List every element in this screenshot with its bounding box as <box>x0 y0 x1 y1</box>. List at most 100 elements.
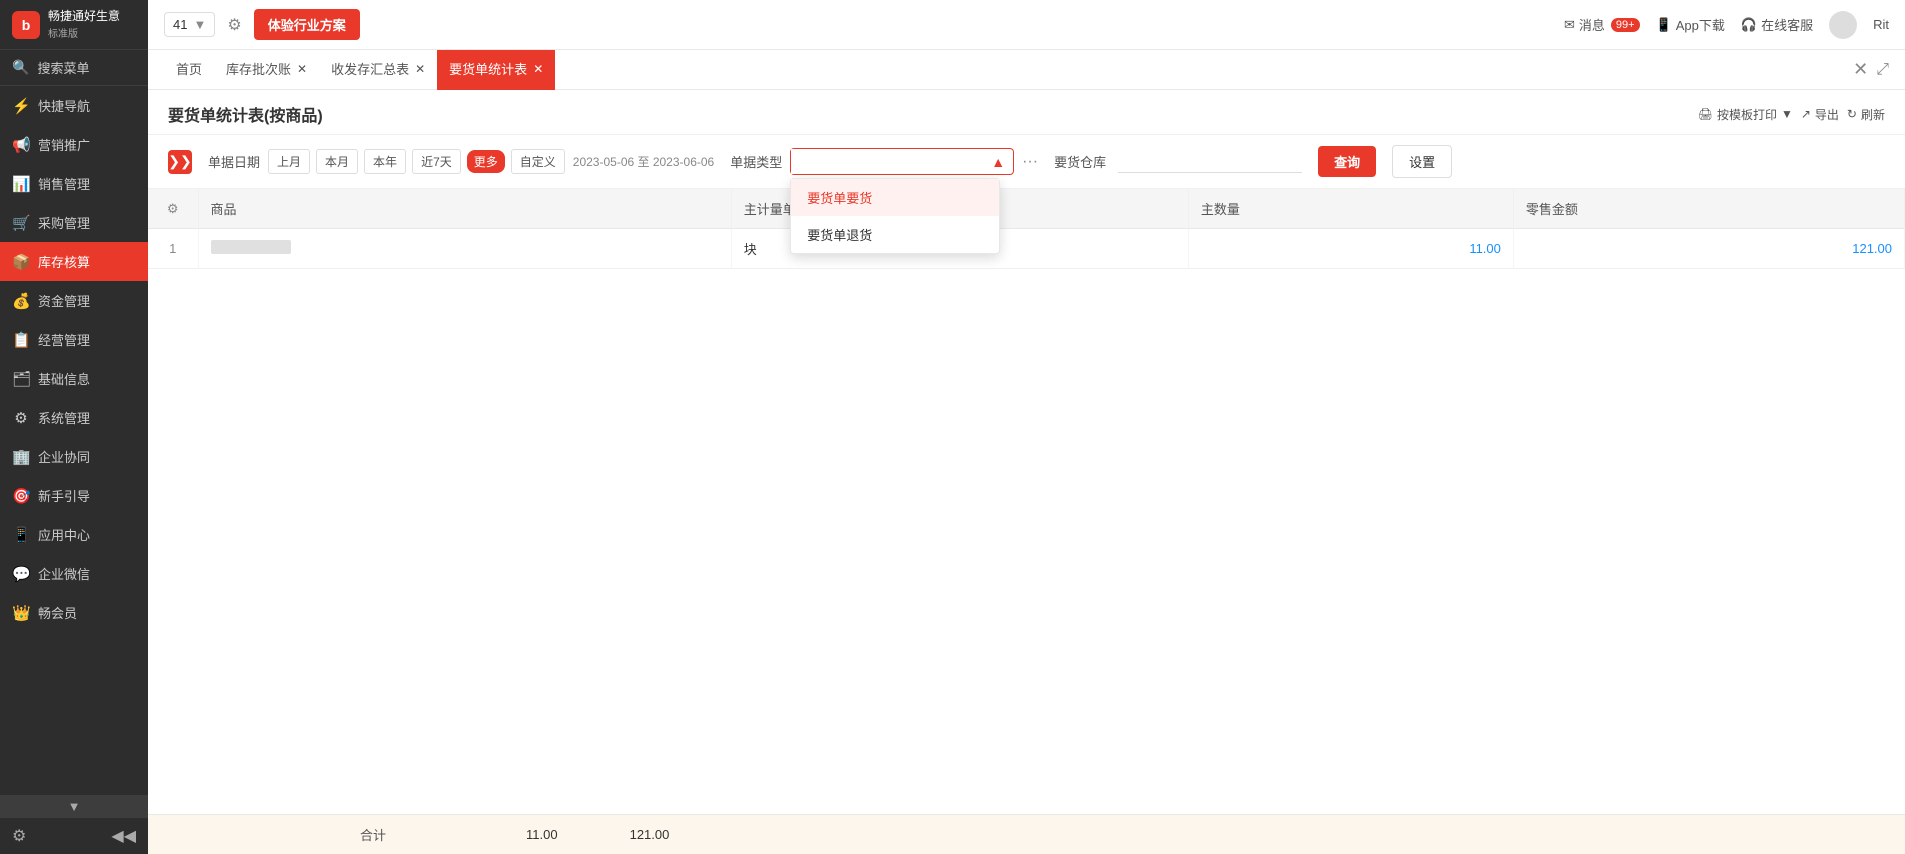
date-btn-last-month[interactable]: 上月 <box>268 149 310 174</box>
nav-label-app-center: 应用中心 <box>38 525 90 544</box>
tab-receive-summary[interactable]: 收发存汇总表 ✕ <box>319 50 437 90</box>
filter-bar: ❯❯ 单据日期 上月 本月 本年 近7天 更多 自定义 2023-05-06 至… <box>148 135 1905 189</box>
nav-icon-inventory: 📦 <box>12 253 30 271</box>
export-icon: ↗ <box>1801 107 1811 121</box>
table-header-row: ⚙ 商品 主计量单位 主数量 零售金额 <box>148 189 1905 229</box>
sidebar-nav: ⚡ 快捷导航 📢 营销推广 📊 销售管理 🛒 采购管理 📦 库存核算 💰 资金管… <box>0 86 148 795</box>
nav-label-guide: 新手引导 <box>38 486 90 505</box>
collapse-icon[interactable]: ◀◀ <box>111 826 136 846</box>
date-btn-more[interactable]: 更多 <box>467 150 505 173</box>
sidebar-item-guide[interactable]: 🎯 新手引导 <box>0 476 148 515</box>
col-gear: ⚙ <box>148 189 198 229</box>
date-btn-this-year[interactable]: 本年 <box>364 149 406 174</box>
col-product: 商品 <box>198 189 731 229</box>
cell-amount[interactable]: 121.00 <box>1513 229 1904 269</box>
message-badge: 99+ <box>1611 18 1640 32</box>
sidebar-item-member[interactable]: 👑 畅会员 <box>0 593 148 632</box>
filter-expand-btn[interactable]: ❯❯ <box>168 150 192 174</box>
print-label: 按模板打印 <box>1717 106 1777 123</box>
cell-quantity[interactable]: 11.00 <box>1188 229 1513 269</box>
sidebar-item-sales[interactable]: 📊 销售管理 <box>0 164 148 203</box>
tab-receive-summary-close[interactable]: ✕ <box>415 62 425 76</box>
sidebar-item-marketing[interactable]: 📢 营销推广 <box>0 125 148 164</box>
table-container: ⚙ 商品 主计量单位 主数量 零售金额 1 块 <box>148 189 1905 814</box>
search-label: 搜索菜单 <box>37 58 89 77</box>
date-btn-7days[interactable]: 近7天 <box>412 149 461 174</box>
sidebar-item-cooperation[interactable]: 🏢 企业协同 <box>0 437 148 476</box>
export-btn[interactable]: ↗ 导出 <box>1801 106 1839 123</box>
tab-order-summary-close[interactable]: ✕ <box>533 62 543 76</box>
store-selector[interactable]: 41 ▼ <box>164 12 215 37</box>
close-all-tabs-icon[interactable]: ✕ <box>1853 59 1868 80</box>
query-btn[interactable]: 查询 <box>1318 146 1376 177</box>
nav-label-operations: 经营管理 <box>38 330 90 349</box>
date-btn-this-month[interactable]: 本月 <box>316 149 358 174</box>
sidebar-item-wechat[interactable]: 💬 企业微信 <box>0 554 148 593</box>
sidebar: b 畅捷通好生意 标准版 🔍 搜索菜单 ⚡ 快捷导航 📢 营销推广 📊 销售管理… <box>0 0 148 854</box>
settings-bottom-icon[interactable]: ⚙ <box>12 826 26 846</box>
print-btn[interactable]: 🖨 按模板打印 ▼ <box>1698 106 1793 123</box>
warehouse-input[interactable] <box>1118 151 1302 173</box>
filter-settings-btn[interactable]: 设置 <box>1392 145 1452 178</box>
cell-product <box>198 229 731 269</box>
user-avatar[interactable] <box>1829 11 1857 39</box>
type-filter-group: 单据类型 ▲ ··· 要货单要货 要货单退货 <box>730 148 1038 175</box>
trial-btn[interactable]: 体验行业方案 <box>254 9 360 40</box>
sidebar-item-app-center[interactable]: 📱 应用中心 <box>0 515 148 554</box>
main-content: 41 ▼ ⚙ 体验行业方案 ✉ 消息 99+ 📱 App下载 🎧 在线客服 Ri… <box>148 0 1905 854</box>
nav-icon-operations: 📋 <box>12 331 30 349</box>
app-download-action[interactable]: 📱 App下载 <box>1656 15 1725 34</box>
nav-icon-guide: 🎯 <box>12 487 30 505</box>
date-btn-custom[interactable]: 自定义 <box>511 149 565 174</box>
sidebar-item-purchase[interactable]: 🛒 采购管理 <box>0 203 148 242</box>
page-header: 要货单统计表(按商品) 🖨 按模板打印 ▼ ↗ 导出 ↻ 刷新 <box>148 90 1905 135</box>
date-filter-label: 单据日期 <box>208 152 260 171</box>
warehouse-filter-group: 要货仓库 <box>1054 151 1302 173</box>
tab-home[interactable]: 首页 <box>164 50 214 90</box>
search-icon: 🔍 <box>12 59 29 76</box>
online-service-action[interactable]: 🎧 在线客服 <box>1741 15 1813 34</box>
message-action[interactable]: ✉ 消息 99+ <box>1564 15 1640 34</box>
online-service-label: 在线客服 <box>1761 15 1813 34</box>
refresh-icon: ↻ <box>1847 107 1857 121</box>
tab-order-summary[interactable]: 要货单统计表 ✕ <box>437 50 555 90</box>
nav-icon-marketing: 📢 <box>12 136 30 154</box>
nav-label-cooperation: 企业协同 <box>38 447 90 466</box>
header-right: ✉ 消息 99+ 📱 App下载 🎧 在线客服 Rit <box>1564 11 1889 39</box>
store-chevron-icon: ▼ <box>193 17 206 32</box>
nav-label-member: 畅会员 <box>38 603 77 622</box>
sidebar-item-basic-info[interactable]: 🗂 基础信息 <box>0 359 148 398</box>
tab-inventory-batch-close[interactable]: ✕ <box>297 62 307 76</box>
nav-label-marketing: 营销推广 <box>38 135 90 154</box>
type-select-input[interactable] <box>791 149 983 174</box>
data-table: ⚙ 商品 主计量单位 主数量 零售金额 1 块 <box>148 189 1905 269</box>
nav-label-basic-info: 基础信息 <box>38 369 90 388</box>
sidebar-item-system[interactable]: ⚙ 系统管理 <box>0 398 148 437</box>
sidebar-item-quick-nav[interactable]: ⚡ 快捷导航 <box>0 86 148 125</box>
tab-home-label: 首页 <box>176 59 202 78</box>
tab-inventory-batch[interactable]: 库存批次账 ✕ <box>214 50 319 90</box>
nav-icon-member: 👑 <box>12 604 30 622</box>
date-range-display: 2023-05-06 至 2023-06-06 <box>573 153 714 170</box>
type-select-arrow-icon[interactable]: ▲ <box>983 154 1013 170</box>
phone-icon: 📱 <box>1656 17 1672 33</box>
cell-seq: 1 <box>148 229 198 269</box>
sidebar-item-operations[interactable]: 📋 经营管理 <box>0 320 148 359</box>
refresh-btn[interactable]: ↻ 刷新 <box>1847 106 1885 123</box>
column-settings-icon[interactable]: ⚙ <box>167 201 179 216</box>
dropdown-item-order-return[interactable]: 要货单退货 <box>791 216 999 253</box>
filter-more-icon[interactable]: ··· <box>1022 153 1038 171</box>
sidebar-search[interactable]: 🔍 搜索菜单 <box>0 50 148 86</box>
sidebar-scroll-down[interactable]: ▼ <box>0 795 148 817</box>
tab-expand-icon[interactable]: ⤢ <box>1876 61 1889 79</box>
nav-icon-quick-nav: ⚡ <box>12 97 30 115</box>
tab-order-summary-label: 要货单统计表 <box>449 59 527 78</box>
dropdown-item-order-goods[interactable]: 要货单要货 <box>791 179 999 216</box>
nav-icon-sales: 📊 <box>12 175 30 193</box>
col-quantity: 主数量 <box>1188 189 1513 229</box>
store-settings-icon[interactable]: ⚙ <box>227 15 241 35</box>
sidebar-item-finance[interactable]: 💰 资金管理 <box>0 281 148 320</box>
header-left: 41 ▼ ⚙ 体验行业方案 <box>164 9 360 40</box>
footer-amount: 121.00 <box>630 827 670 842</box>
sidebar-item-inventory[interactable]: 📦 库存核算 <box>0 242 148 281</box>
